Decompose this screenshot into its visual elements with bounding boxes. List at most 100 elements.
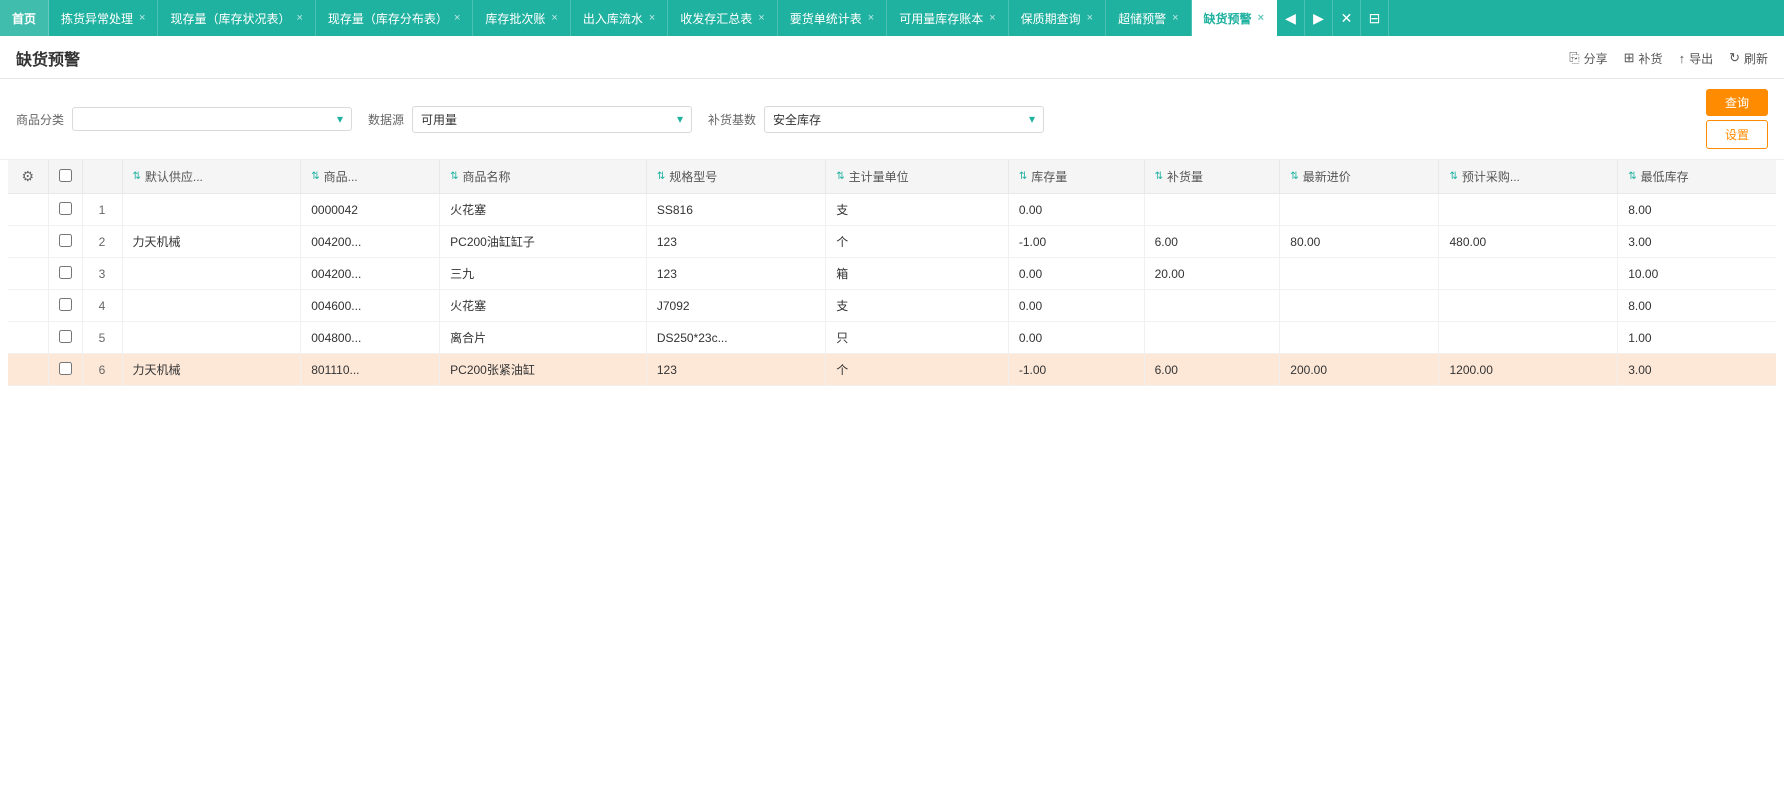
tab-close-icon[interactable]: ×: [1172, 12, 1178, 24]
row-checkbox[interactable]: [59, 266, 72, 279]
tab-overstock[interactable]: 超储预警 ×: [1106, 0, 1191, 36]
tab-close-icon[interactable]: ×: [1258, 12, 1264, 24]
tab-close-icon[interactable]: ×: [758, 12, 764, 24]
tab-next-button[interactable]: ▶: [1305, 0, 1333, 36]
col-header-label: 主计量单位: [849, 168, 909, 185]
row-spec: J7092: [646, 290, 825, 322]
tab-close-icon[interactable]: ×: [868, 12, 874, 24]
restock-label: 补货: [1639, 50, 1663, 67]
col-stock-qty-header[interactable]: ⇅ 库存量: [1008, 160, 1144, 194]
row-product-code: 004600...: [301, 290, 440, 322]
tab-abnormal[interactable]: 拣货异常处理 ×: [49, 0, 158, 36]
table-row: 6 力天机械 801110... PC200张紧油缸 123 个 -1.00 6…: [8, 354, 1776, 386]
tab-label: 现存量（库存分布表）: [328, 10, 448, 27]
col-unit-header[interactable]: ⇅ 主计量单位: [826, 160, 1009, 194]
table-container: ⚙ ⇅ 默认供应... ⇅ 商: [0, 160, 1784, 386]
row-spec: 123: [646, 226, 825, 258]
col-est-purchase-header[interactable]: ⇅ 预计采购...: [1439, 160, 1618, 194]
datasource-select-value: 可用量: [421, 111, 457, 128]
select-all-checkbox[interactable]: [59, 169, 72, 182]
row-latest-price: [1280, 322, 1439, 354]
tab-close-icon[interactable]: ×: [139, 12, 145, 24]
tab-close-all-button[interactable]: ✕: [1333, 0, 1361, 36]
row-spec: SS816: [646, 194, 825, 226]
row-est-purchase: [1439, 258, 1618, 290]
query-button[interactable]: 查询: [1706, 89, 1768, 116]
row-stock-qty: 0.00: [1008, 322, 1144, 354]
page-title: 缺货预警: [16, 46, 80, 70]
col-checkbox-header: [48, 160, 82, 194]
row-est-purchase: [1439, 194, 1618, 226]
tab-close-icon[interactable]: ×: [649, 12, 655, 24]
tab-label: 可用量库存账本: [899, 10, 983, 27]
row-checkbox-cell: [48, 354, 82, 386]
tab-close-icon[interactable]: ×: [551, 12, 557, 24]
row-settings: [8, 258, 48, 290]
row-default-supplier: 力天机械: [122, 354, 301, 386]
share-button[interactable]: ⎘ 分享: [1569, 50, 1607, 67]
row-checkbox[interactable]: [59, 202, 72, 215]
table-row: 4 004600... 火花塞 J7092 支 0.00 8.00: [8, 290, 1776, 322]
col-spec-header[interactable]: ⇅ 规格型号: [646, 160, 825, 194]
filter-buttons: 查询 设置: [1706, 89, 1768, 149]
table-row: 5 004800... 离合片 DS250*23c... 只 0.00 1.00: [8, 322, 1776, 354]
row-checkbox[interactable]: [59, 362, 72, 375]
tab-inout-flow[interactable]: 出入库流水 ×: [571, 0, 668, 36]
row-checkbox[interactable]: [59, 330, 72, 343]
export-label: 导出: [1689, 50, 1713, 67]
col-product-name-header[interactable]: ⇅ 商品名称: [440, 160, 647, 194]
col-latest-price-header[interactable]: ⇅ 最新进价: [1280, 160, 1439, 194]
export-button[interactable]: ↑ 导出: [1679, 50, 1714, 67]
refresh-button[interactable]: ↻ 刷新: [1729, 50, 1768, 67]
row-unit: 支: [826, 194, 1009, 226]
share-label: 分享: [1584, 50, 1608, 67]
tab-receive-summary[interactable]: 收发存汇总表 ×: [668, 0, 777, 36]
col-product-code-header[interactable]: ⇅ 商品...: [301, 160, 440, 194]
tab-home[interactable]: 首页: [0, 0, 49, 36]
share-icon: ⎘: [1569, 50, 1579, 66]
row-product-name: PC200油缸缸子: [440, 226, 647, 258]
row-product-code: 004200...: [301, 258, 440, 290]
col-index-header: [82, 160, 122, 194]
row-default-supplier: [122, 194, 301, 226]
col-header-label: 默认供应...: [145, 168, 203, 185]
row-default-supplier: 力天机械: [122, 226, 301, 258]
tab-available-ledger[interactable]: 可用量库存账本 ×: [887, 0, 1008, 36]
row-min-stock: 8.00: [1618, 194, 1776, 226]
tab-close-icon[interactable]: ×: [989, 12, 995, 24]
tab-close-icon[interactable]: ×: [296, 12, 302, 24]
sort-icon: ⇅: [1155, 171, 1163, 182]
tab-expand-button[interactable]: ⊟: [1361, 0, 1389, 36]
tab-prev-button[interactable]: ◀: [1277, 0, 1305, 36]
column-settings-icon[interactable]: ⚙: [21, 168, 34, 184]
category-dropdown-icon: ▾: [337, 112, 343, 126]
restock-basis-select[interactable]: 安全库存 ▾: [764, 106, 1044, 133]
category-select[interactable]: ▾: [72, 107, 352, 131]
tab-close-icon[interactable]: ×: [454, 12, 460, 24]
datasource-select[interactable]: 可用量 ▾: [412, 106, 692, 133]
row-checkbox[interactable]: [59, 298, 72, 311]
row-est-purchase: 480.00: [1439, 226, 1618, 258]
col-restock-qty-header[interactable]: ⇅ 补货量: [1144, 160, 1280, 194]
tab-label: 出入库流水: [583, 10, 643, 27]
tab-req-stats[interactable]: 要货单统计表 ×: [778, 0, 887, 36]
col-default-supplier-header[interactable]: ⇅ 默认供应...: [122, 160, 301, 194]
settings-button[interactable]: 设置: [1706, 120, 1768, 149]
tab-batch-account[interactable]: 库存批次账 ×: [473, 0, 570, 36]
restock-button[interactable]: ⊞ 补货: [1624, 50, 1663, 67]
row-unit: 个: [826, 354, 1009, 386]
tab-close-icon[interactable]: ×: [1087, 12, 1093, 24]
tab-shortage[interactable]: 缺货预警 ×: [1192, 0, 1277, 36]
row-default-supplier: [122, 290, 301, 322]
row-checkbox[interactable]: [59, 234, 72, 247]
row-product-name: 离合片: [440, 322, 647, 354]
tab-expiry-query[interactable]: 保质期查询 ×: [1009, 0, 1106, 36]
table-row: 1 0000042 火花塞 SS816 支 0.00 8.00: [8, 194, 1776, 226]
tab-label: 要货单统计表: [790, 10, 862, 27]
sort-icon: ⇅: [836, 171, 844, 182]
col-min-stock-header[interactable]: ⇅ 最低库存: [1618, 160, 1776, 194]
tab-stock-dist[interactable]: 现存量（库存分布表） ×: [316, 0, 473, 36]
tab-stock-status[interactable]: 现存量（库存状况表） ×: [158, 0, 315, 36]
row-stock-qty: 0.00: [1008, 194, 1144, 226]
row-unit: 只: [826, 322, 1009, 354]
